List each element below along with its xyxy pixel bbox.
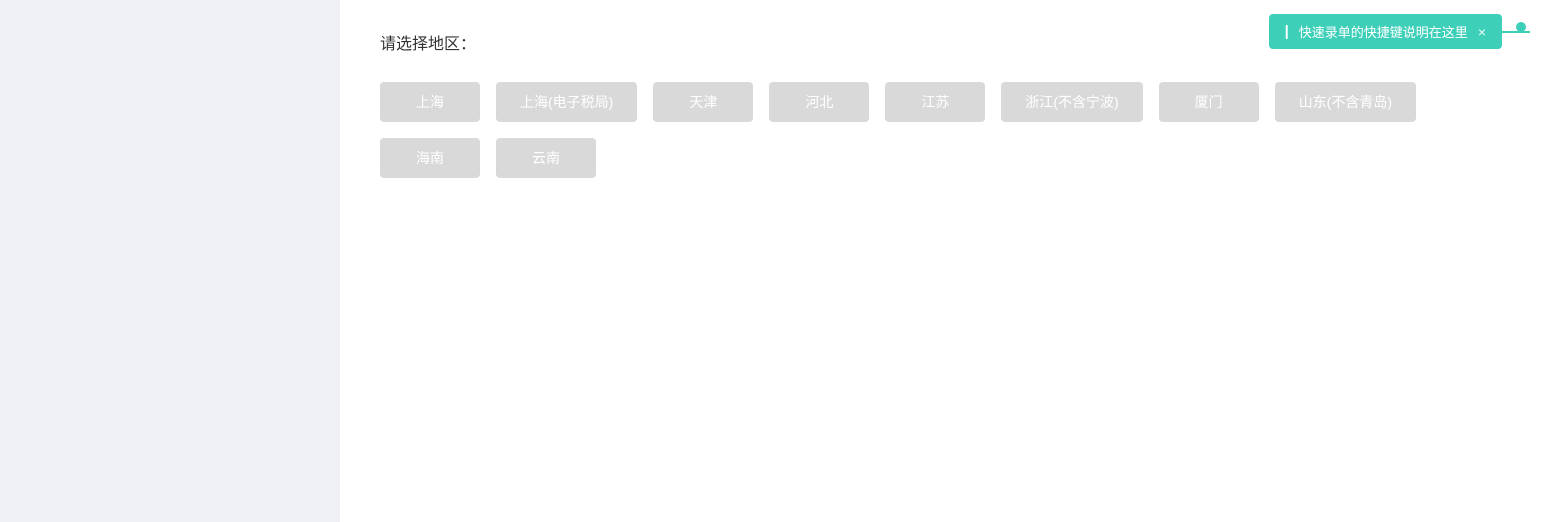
region-grid: 上海上海(电子税局) 天津河北江苏浙江(不含宁波) 厦门山东(不含青岛) 海南云南 xyxy=(380,82,1522,178)
tooltip-text: 快速录单的快捷键说明在这里 xyxy=(1299,22,1468,41)
region-button-jiangsu[interactable]: 江苏 xyxy=(885,82,985,122)
region-button-xiamen[interactable]: 厦门 xyxy=(1159,82,1259,122)
region-button-hebei[interactable]: 河北 xyxy=(769,82,869,122)
tooltip-close-button[interactable]: × xyxy=(1478,24,1486,40)
region-button-yunnan[interactable]: 云南 xyxy=(496,138,596,178)
region-button-shanghai[interactable]: 上海 xyxy=(380,82,480,122)
sidebar xyxy=(0,0,340,522)
tooltip-banner: 快速录单的快捷键说明在这里 × xyxy=(1269,14,1502,49)
region-button-zhejiang[interactable]: 浙江(不含宁波) xyxy=(1001,82,1142,122)
region-button-tianjin[interactable]: 天津 xyxy=(653,82,753,122)
region-button-hainan[interactable]: 海南 xyxy=(380,138,480,178)
region-button-shandong[interactable]: 山东(不含青岛) xyxy=(1275,82,1416,122)
region-button-shanghai-etax[interactable]: 上海(电子税局) xyxy=(496,82,637,122)
main-content: 请选择地区： 上海上海(电子税局)天津河北江苏浙江(不含宁波)厦门山东(不含青岛… xyxy=(340,0,1562,522)
dot-indicator xyxy=(1516,22,1526,32)
